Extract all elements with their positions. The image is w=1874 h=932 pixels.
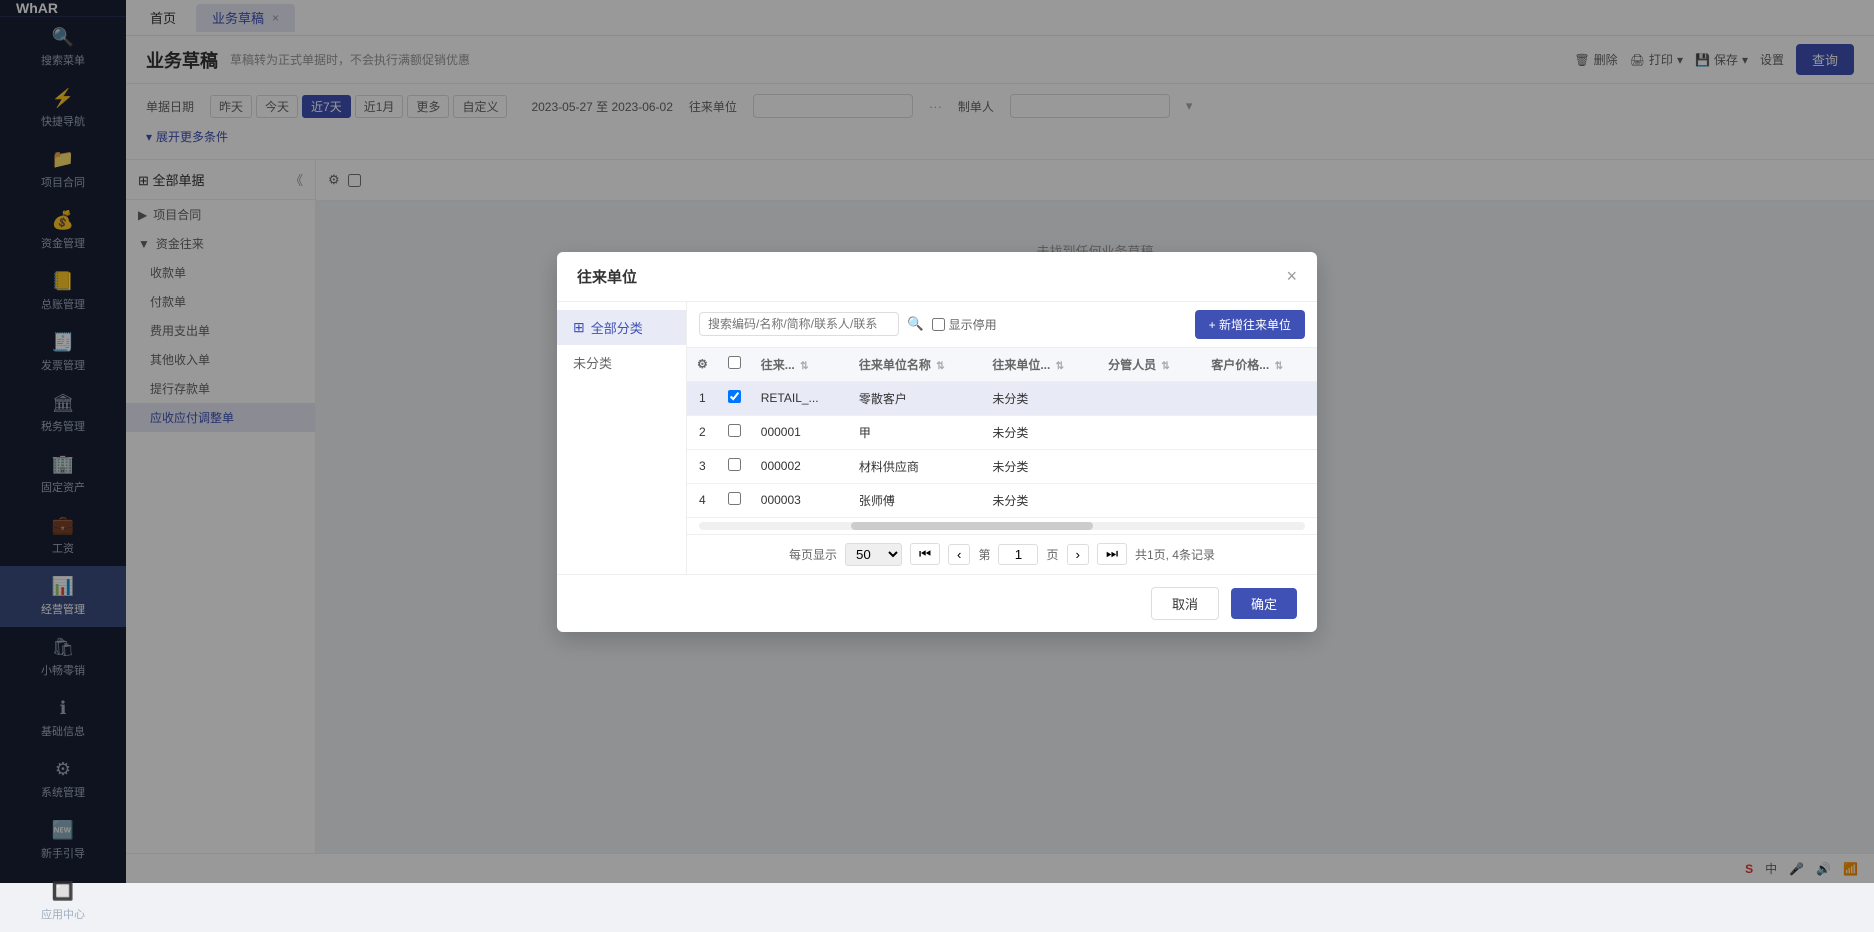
row-checkbox[interactable] — [718, 415, 751, 449]
col-type-header: 往来单位... ⇅ — [982, 348, 1098, 382]
total-records: 共1页, 4条记录 — [1135, 546, 1215, 563]
modal-body: ⊞ 全部分类 未分类 🔍 显示停用 + 新增往来单位 — [557, 302, 1317, 574]
last-page-button[interactable]: ⏭ — [1097, 543, 1127, 565]
modal-search-button[interactable]: 🔍 — [907, 316, 924, 332]
grid-icon: ⊞ — [573, 319, 585, 336]
col-settings: ⚙ — [687, 348, 718, 382]
modal-title: 往来单位 — [577, 266, 1286, 287]
horizontal-scrollbar[interactable] — [699, 522, 1305, 530]
prev-page-button[interactable]: ‹ — [948, 544, 970, 565]
row-manager — [1098, 449, 1201, 483]
sidebar-label-app-center: 应用中心 — [41, 906, 85, 922]
col-checkbox — [718, 348, 751, 382]
table-row[interactable]: 4 000003 张师傅 未分类 — [687, 483, 1317, 517]
next-page-button[interactable]: › — [1067, 544, 1089, 565]
modal-pagination: 每页显示 50 100 ⏮ ‹ 第 页 › ⏭ 共1页, 4条记录 — [687, 534, 1317, 574]
row-name: 张师傅 — [849, 483, 982, 517]
show-disabled-label: 显示停用 — [932, 316, 997, 333]
row-type: 未分类 — [982, 381, 1098, 415]
modal-content: 🔍 显示停用 + 新增往来单位 ⚙ — [687, 302, 1317, 574]
sort-code-icon: ⇅ — [800, 361, 808, 372]
sort-manager-icon: ⇅ — [1161, 361, 1169, 372]
modal-header: 往来单位 × — [557, 252, 1317, 302]
table-row[interactable]: 3 000002 材料供应商 未分类 — [687, 449, 1317, 483]
row-type: 未分类 — [982, 483, 1098, 517]
modal-sidebar-unclassified[interactable]: 未分类 — [557, 345, 686, 380]
row-price — [1201, 483, 1317, 517]
row-name: 材料供应商 — [849, 449, 982, 483]
row-checkbox[interactable] — [718, 381, 751, 415]
sort-price-icon: ⇅ — [1275, 361, 1283, 372]
row-name: 甲 — [849, 415, 982, 449]
col-manager-header: 分管人员 ⇅ — [1098, 348, 1201, 382]
row-code: RETAIL_... — [751, 381, 849, 415]
add-party-button[interactable]: + 新增往来单位 — [1195, 310, 1305, 339]
row-checkbox[interactable] — [718, 449, 751, 483]
row-manager — [1098, 483, 1201, 517]
modal-partner: 往来单位 × ⊞ 全部分类 未分类 🔍 — [557, 252, 1317, 632]
per-page-select[interactable]: 50 100 — [845, 543, 902, 566]
row-price — [1201, 449, 1317, 483]
first-page-button[interactable]: ⏮ — [910, 543, 940, 565]
row-price — [1201, 415, 1317, 449]
row-name: 零散客户 — [849, 381, 982, 415]
row-price — [1201, 381, 1317, 415]
row-code: 000001 — [751, 415, 849, 449]
table-row[interactable]: 2 000001 甲 未分类 — [687, 415, 1317, 449]
row-checkbox[interactable] — [718, 483, 751, 517]
modal-overlay: 往来单位 × ⊞ 全部分类 未分类 🔍 — [0, 0, 1874, 883]
modal-table: ⚙ 往来... ⇅ 往来单位名称 ⇅ — [687, 348, 1317, 534]
modal-toolbar: 🔍 显示停用 + 新增往来单位 — [687, 302, 1317, 348]
sort-type-icon: ⇅ — [1056, 361, 1064, 372]
row-manager — [1098, 381, 1201, 415]
row-num: 1 — [687, 381, 718, 415]
row-num: 2 — [687, 415, 718, 449]
confirm-button[interactable]: 确定 — [1231, 588, 1297, 619]
row-manager — [1098, 415, 1201, 449]
show-disabled-checkbox[interactable] — [932, 318, 945, 331]
col-price-header: 客户价格... ⇅ — [1201, 348, 1317, 382]
row-type: 未分类 — [982, 415, 1098, 449]
table-select-all[interactable] — [728, 356, 741, 369]
row-num: 4 — [687, 483, 718, 517]
cancel-button[interactable]: 取消 — [1151, 587, 1219, 620]
scrollbar-thumb — [851, 522, 1093, 530]
modal-close-button[interactable]: × — [1286, 266, 1297, 287]
col-name-header: 往来单位名称 ⇅ — [849, 348, 982, 382]
table-row[interactable]: 1 RETAIL_... 零散客户 未分类 — [687, 381, 1317, 415]
modal-footer: 取消 确定 — [557, 574, 1317, 632]
modal-search-input[interactable] — [699, 312, 899, 336]
page-input[interactable] — [998, 544, 1038, 565]
partner-table: ⚙ 往来... ⇅ 往来单位名称 ⇅ — [687, 348, 1317, 518]
modal-sidebar: ⊞ 全部分类 未分类 — [557, 302, 687, 574]
row-code: 000003 — [751, 483, 849, 517]
col-code-header: 往来... ⇅ — [751, 348, 849, 382]
row-code: 000002 — [751, 449, 849, 483]
sort-name-icon: ⇅ — [936, 361, 944, 372]
app-center-icon: 🔲 — [52, 881, 74, 902]
row-num: 3 — [687, 449, 718, 483]
modal-sidebar-all-categories[interactable]: ⊞ 全部分类 — [557, 310, 686, 345]
row-type: 未分类 — [982, 449, 1098, 483]
